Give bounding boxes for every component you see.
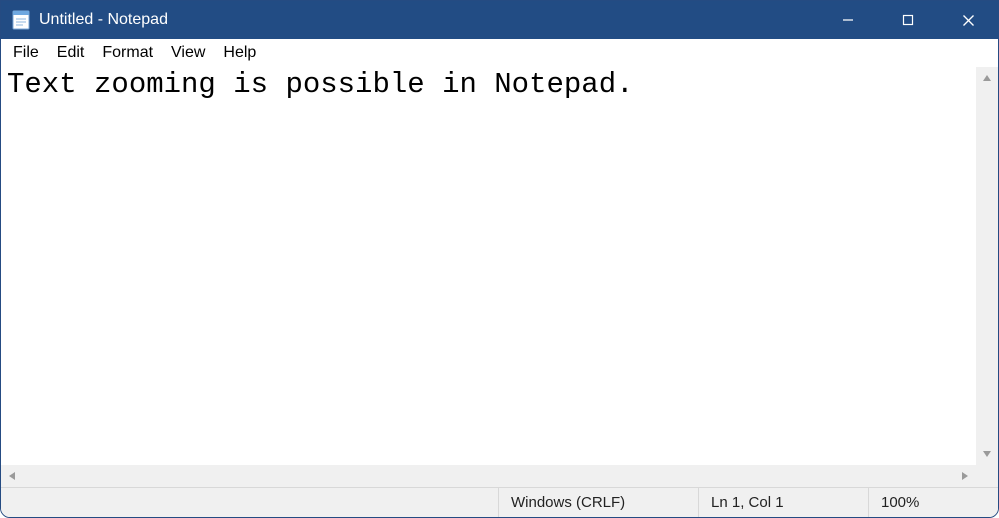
notepad-app-icon: [11, 9, 31, 31]
status-zoom-level: 100%: [868, 488, 998, 517]
scroll-up-icon[interactable]: [976, 67, 998, 89]
menu-edit[interactable]: Edit: [49, 42, 95, 64]
menu-help[interactable]: Help: [215, 42, 266, 64]
window-title: Untitled - Notepad: [39, 11, 168, 29]
vertical-scrollbar[interactable]: [976, 67, 998, 465]
statusbar-spacer: [1, 488, 498, 517]
hscroll-row: [1, 465, 998, 487]
horizontal-scroll-track[interactable]: [23, 465, 954, 487]
scroll-right-icon[interactable]: [954, 465, 976, 487]
status-cursor-position: Ln 1, Col 1: [698, 488, 868, 517]
content-area: Text zooming is possible in Notepad.: [1, 67, 998, 487]
maximize-button[interactable]: [878, 1, 938, 39]
window-controls: [818, 1, 998, 39]
vertical-scroll-track[interactable]: [976, 89, 998, 443]
horizontal-scrollbar[interactable]: [1, 465, 976, 487]
titlebar[interactable]: Untitled - Notepad: [1, 1, 998, 39]
notepad-window: Untitled - Notepad File Edit Format View…: [0, 0, 999, 518]
menu-file[interactable]: File: [5, 42, 49, 64]
scroll-left-icon[interactable]: [1, 465, 23, 487]
close-button[interactable]: [938, 1, 998, 39]
text-editor[interactable]: Text zooming is possible in Notepad.: [1, 67, 976, 465]
minimize-button[interactable]: [818, 1, 878, 39]
status-line-ending: Windows (CRLF): [498, 488, 698, 517]
menu-format[interactable]: Format: [94, 42, 163, 64]
menubar: File Edit Format View Help: [1, 39, 998, 67]
scroll-corner: [976, 465, 998, 487]
menu-view[interactable]: View: [163, 42, 215, 64]
statusbar: Windows (CRLF) Ln 1, Col 1 100%: [1, 487, 998, 517]
scroll-down-icon[interactable]: [976, 443, 998, 465]
editor-row: Text zooming is possible in Notepad.: [1, 67, 998, 465]
